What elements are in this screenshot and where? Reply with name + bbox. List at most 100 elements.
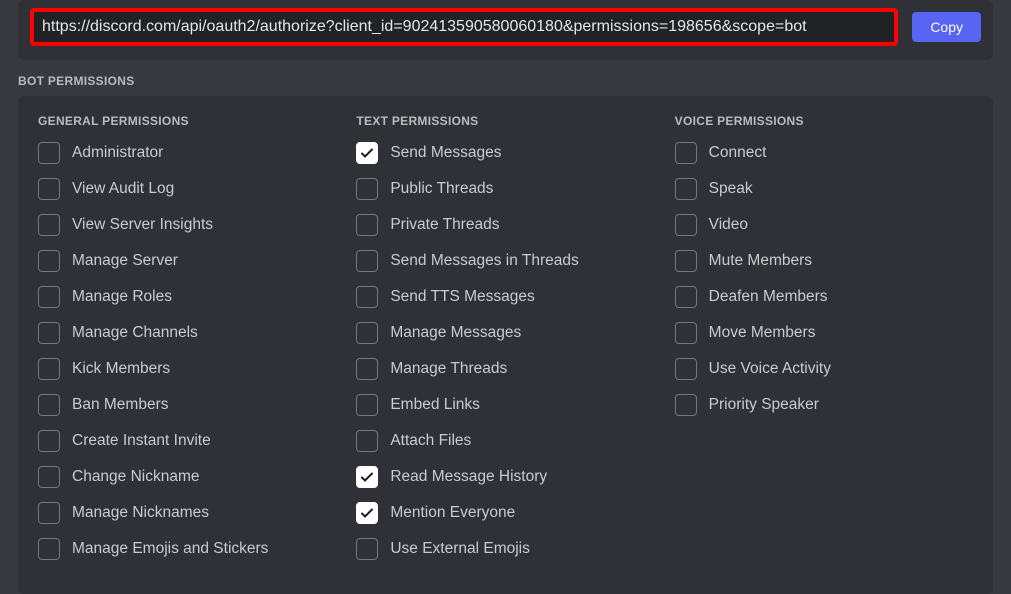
perm-label: Send Messages [390, 144, 501, 162]
perm-send-tts-messages[interactable]: Send TTS Messages [356, 286, 654, 308]
perm-label: Manage Messages [390, 324, 521, 342]
perm-label: Public Threads [390, 180, 493, 198]
perm-video[interactable]: Video [675, 214, 973, 236]
checkbox-embed-links[interactable] [356, 394, 378, 416]
perm-label: Mute Members [709, 252, 812, 270]
perm-administrator[interactable]: Administrator [38, 142, 336, 164]
perm-use-voice-activity[interactable]: Use Voice Activity [675, 358, 973, 380]
perm-manage-channels[interactable]: Manage Channels [38, 322, 336, 344]
perm-send-messages[interactable]: Send Messages [356, 142, 654, 164]
perm-label: Deafen Members [709, 288, 828, 306]
checkbox-kick-members[interactable] [38, 358, 60, 380]
checkbox-create-instant-invite[interactable] [38, 430, 60, 452]
perm-label: Manage Nicknames [72, 504, 209, 522]
voice-permissions-col-header: VOICE PERMISSIONS [675, 114, 973, 128]
perm-public-threads[interactable]: Public Threads [356, 178, 654, 200]
perm-create-instant-invite[interactable]: Create Instant Invite [38, 430, 336, 452]
checkbox-view-server-insights[interactable] [38, 214, 60, 236]
perm-view-server-insights[interactable]: View Server Insights [38, 214, 336, 236]
perm-label: Create Instant Invite [72, 432, 211, 450]
checkbox-manage-server[interactable] [38, 250, 60, 272]
perm-connect[interactable]: Connect [675, 142, 973, 164]
perm-label: View Server Insights [72, 216, 213, 234]
perm-label: Embed Links [390, 396, 480, 414]
voice-permissions-column: VOICE PERMISSIONS Connect Speak Video Mute … [675, 114, 973, 574]
perm-label: Change Nickname [72, 468, 200, 486]
perm-label: Mention Everyone [390, 504, 515, 522]
perm-use-external-emojis[interactable]: Use External Emojis [356, 538, 654, 560]
perm-label: Manage Emojis and Stickers [72, 540, 268, 558]
perm-label: Use Voice Activity [709, 360, 831, 378]
checkbox-read-message-history[interactable] [356, 466, 378, 488]
perm-label: Send Messages in Threads [390, 252, 578, 270]
checkbox-send-messages-in-threads[interactable] [356, 250, 378, 272]
checkbox-attach-files[interactable] [356, 430, 378, 452]
perm-label: Connect [709, 144, 767, 162]
checkbox-private-threads[interactable] [356, 214, 378, 236]
perm-label: Read Message History [390, 468, 547, 486]
perm-manage-server[interactable]: Manage Server [38, 250, 336, 272]
checkbox-manage-threads[interactable] [356, 358, 378, 380]
perm-manage-threads[interactable]: Manage Threads [356, 358, 654, 380]
checkbox-manage-channels[interactable] [38, 322, 60, 344]
perm-view-audit-log[interactable]: View Audit Log [38, 178, 336, 200]
perm-read-message-history[interactable]: Read Message History [356, 466, 654, 488]
checkbox-manage-roles[interactable] [38, 286, 60, 308]
checkbox-speak[interactable] [675, 178, 697, 200]
perm-label: Private Threads [390, 216, 499, 234]
perm-speak[interactable]: Speak [675, 178, 973, 200]
checkbox-move-members[interactable] [675, 322, 697, 344]
checkbox-administrator[interactable] [38, 142, 60, 164]
general-permissions-column: GENERAL PERMISSIONS Administrator View Au… [38, 114, 336, 574]
perm-ban-members[interactable]: Ban Members [38, 394, 336, 416]
checkbox-send-tts-messages[interactable] [356, 286, 378, 308]
perm-label: Manage Server [72, 252, 178, 270]
perm-label: Administrator [72, 144, 163, 162]
perm-label: Use External Emojis [390, 540, 530, 558]
perm-kick-members[interactable]: Kick Members [38, 358, 336, 380]
perm-mention-everyone[interactable]: Mention Everyone [356, 502, 654, 524]
perm-label: Video [709, 216, 748, 234]
checkbox-use-voice-activity[interactable] [675, 358, 697, 380]
checkbox-mute-members[interactable] [675, 250, 697, 272]
copy-button[interactable]: Copy [912, 12, 981, 42]
general-permissions-col-header: GENERAL PERMISSIONS [38, 114, 336, 128]
perm-manage-nicknames[interactable]: Manage Nicknames [38, 502, 336, 524]
checkbox-public-threads[interactable] [356, 178, 378, 200]
checkbox-priority-speaker[interactable] [675, 394, 697, 416]
perm-manage-roles[interactable]: Manage Roles [38, 286, 336, 308]
permissions-panel: GENERAL PERMISSIONS Administrator View Au… [18, 96, 993, 594]
checkbox-manage-messages[interactable] [356, 322, 378, 344]
perm-label: Priority Speaker [709, 396, 819, 414]
checkbox-use-external-emojis[interactable] [356, 538, 378, 560]
checkbox-manage-emojis-and-stickers[interactable] [38, 538, 60, 560]
perm-label: Attach Files [390, 432, 471, 450]
checkbox-manage-nicknames[interactable] [38, 502, 60, 524]
perm-send-messages-in-threads[interactable]: Send Messages in Threads [356, 250, 654, 272]
perm-manage-messages[interactable]: Manage Messages [356, 322, 654, 344]
checkbox-video[interactable] [675, 214, 697, 236]
checkbox-deafen-members[interactable] [675, 286, 697, 308]
perm-label: Speak [709, 180, 753, 198]
perm-deafen-members[interactable]: Deafen Members [675, 286, 973, 308]
perm-label: Manage Threads [390, 360, 507, 378]
perm-mute-members[interactable]: Mute Members [675, 250, 973, 272]
oauth-url-box[interactable]: https://discord.com/api/oauth2/authorize… [30, 8, 898, 46]
perm-embed-links[interactable]: Embed Links [356, 394, 654, 416]
perm-change-nickname[interactable]: Change Nickname [38, 466, 336, 488]
perm-private-threads[interactable]: Private Threads [356, 214, 654, 236]
checkbox-mention-everyone[interactable] [356, 502, 378, 524]
text-permissions-column: TEXT PERMISSIONS Send MessagesPublic Thr… [356, 114, 654, 574]
checkbox-connect[interactable] [675, 142, 697, 164]
perm-label: Manage Channels [72, 324, 198, 342]
checkbox-send-messages[interactable] [356, 142, 378, 164]
checkbox-change-nickname[interactable] [38, 466, 60, 488]
perm-label: Kick Members [72, 360, 170, 378]
perm-attach-files[interactable]: Attach Files [356, 430, 654, 452]
checkbox-view-audit-log[interactable] [38, 178, 60, 200]
perm-manage-emojis-and-stickers[interactable]: Manage Emojis and Stickers [38, 538, 336, 560]
perm-priority-speaker[interactable]: Priority Speaker [675, 394, 973, 416]
checkbox-ban-members[interactable] [38, 394, 60, 416]
perm-label: Send TTS Messages [390, 288, 534, 306]
perm-move-members[interactable]: Move Members [675, 322, 973, 344]
